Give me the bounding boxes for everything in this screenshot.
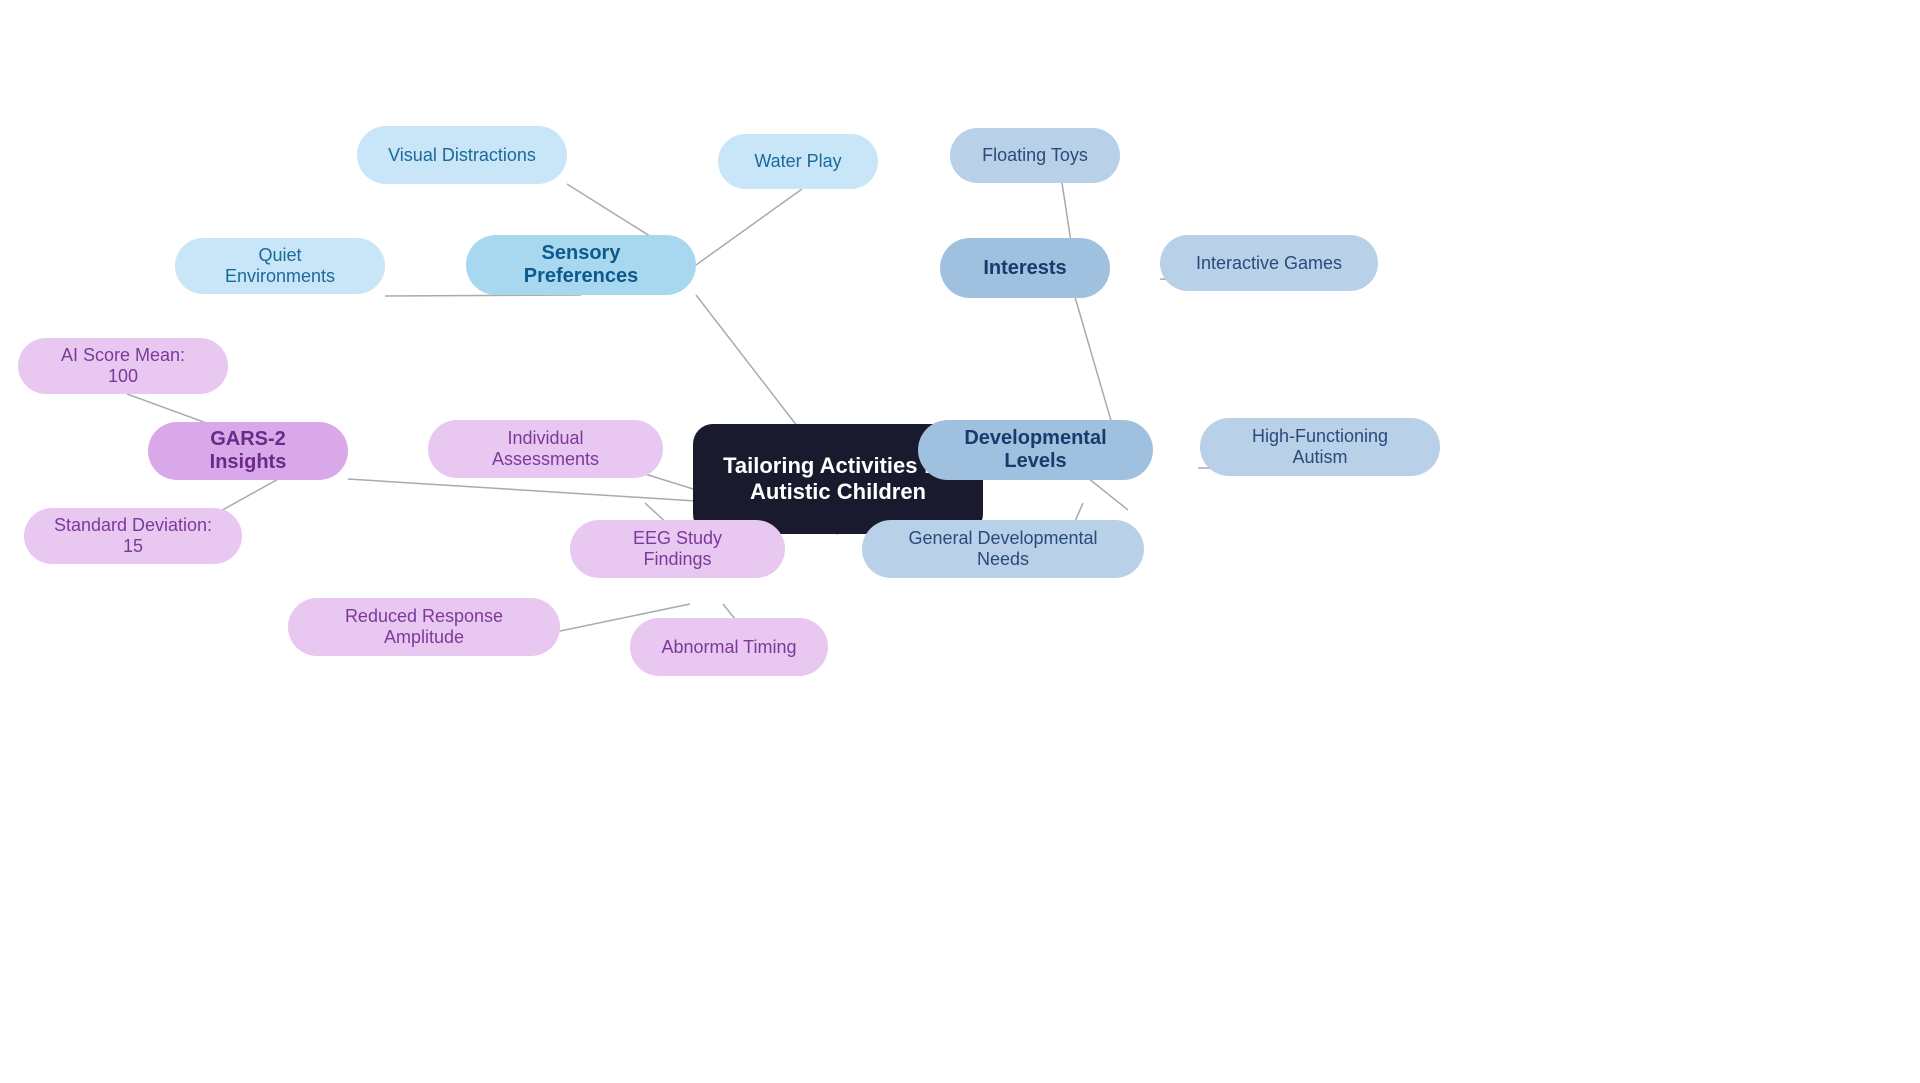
high-functioning-autism-node[interactable]: High-Functioning Autism	[1200, 418, 1440, 476]
general-developmental-needs-node[interactable]: General Developmental Needs	[862, 520, 1144, 578]
visual-distractions-node[interactable]: Visual Distractions	[357, 126, 567, 184]
quiet-environments-node[interactable]: Quiet Environments	[175, 238, 385, 294]
eeg-study-findings-node[interactable]: EEG Study Findings	[570, 520, 785, 578]
developmental-levels-node[interactable]: Developmental Levels	[918, 420, 1153, 480]
standard-deviation-node[interactable]: Standard Deviation: 15	[24, 508, 242, 564]
abnormal-timing-node[interactable]: Abnormal Timing	[630, 618, 828, 676]
sensory-preferences-node[interactable]: Sensory Preferences	[466, 235, 696, 295]
ai-score-mean-node[interactable]: AI Score Mean: 100	[18, 338, 228, 394]
water-play-node[interactable]: Water Play	[718, 134, 878, 189]
interests-node[interactable]: Interests	[940, 238, 1110, 298]
floating-toys-node[interactable]: Floating Toys	[950, 128, 1120, 183]
individual-assessments-node[interactable]: Individual Assessments	[428, 420, 663, 478]
gars-2-insights-node[interactable]: GARS-2 Insights	[148, 422, 348, 480]
reduced-response-amplitude-node[interactable]: Reduced Response Amplitude	[288, 598, 560, 656]
interactive-games-node[interactable]: Interactive Games	[1160, 235, 1378, 291]
